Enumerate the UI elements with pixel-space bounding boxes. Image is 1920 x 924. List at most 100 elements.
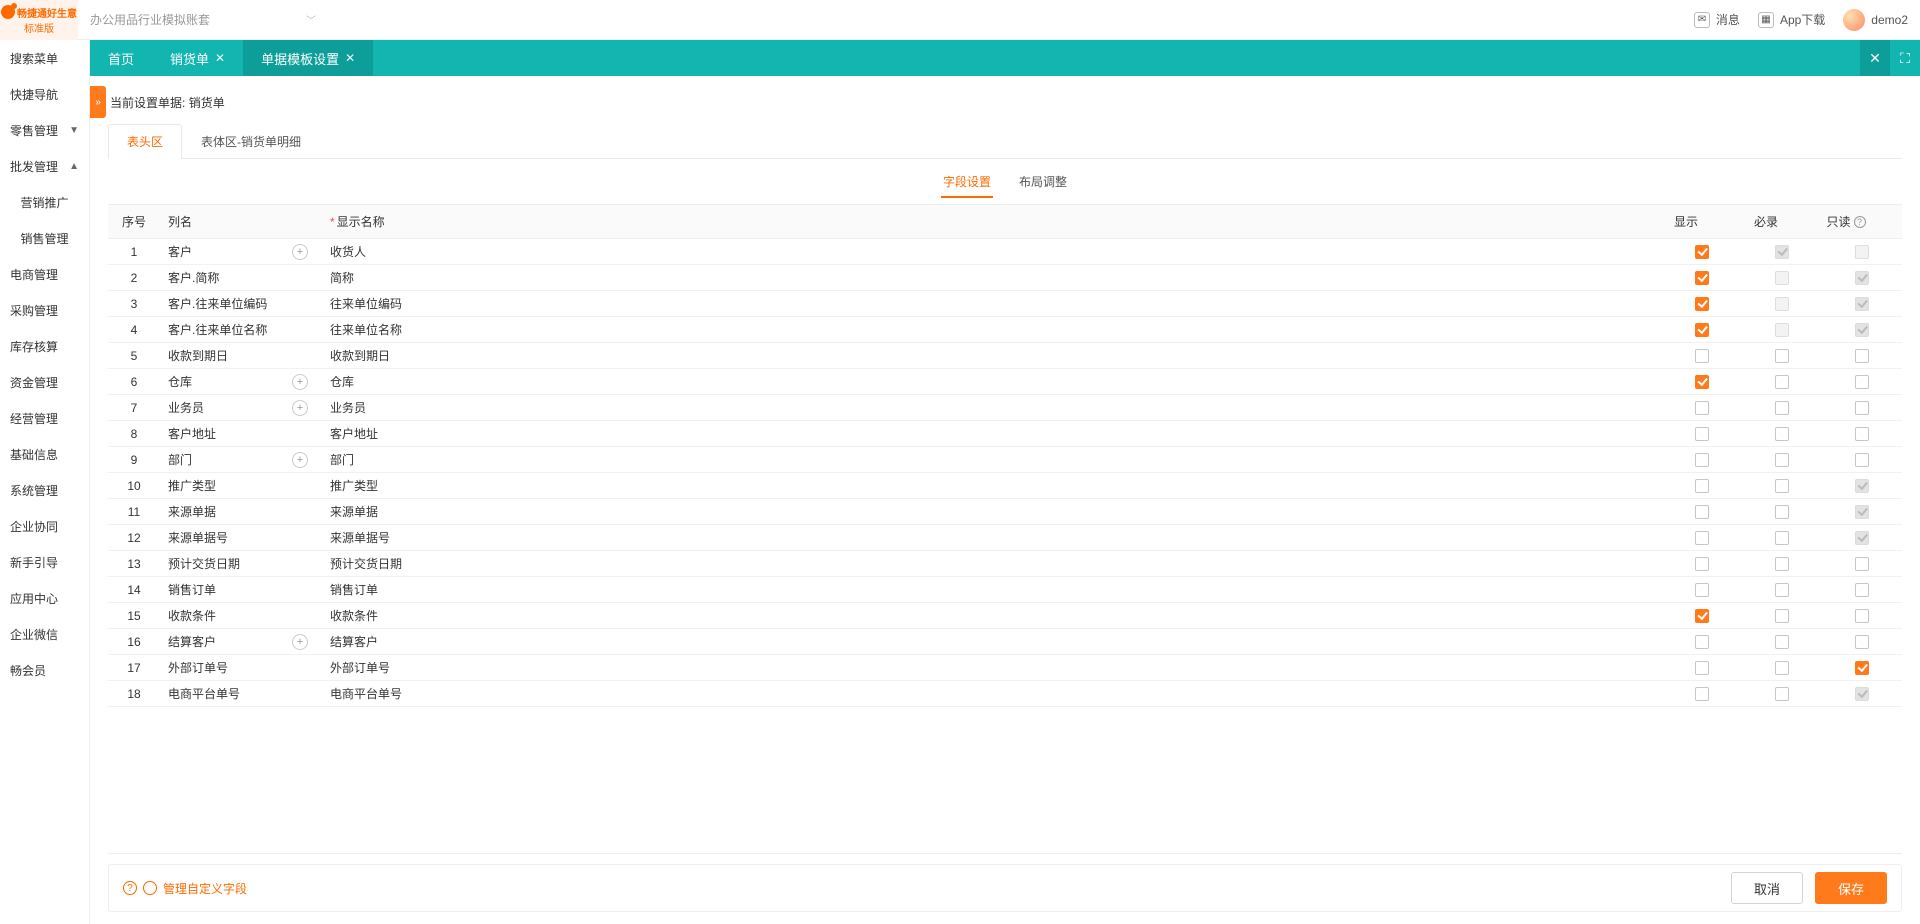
close-icon[interactable]: ✕ (215, 51, 225, 65)
checkbox-show[interactable] (1695, 505, 1709, 519)
checkbox-required[interactable] (1775, 349, 1789, 363)
checkbox-show[interactable] (1695, 557, 1709, 571)
checkbox-required[interactable] (1775, 505, 1789, 519)
checkbox-show[interactable] (1695, 349, 1709, 363)
sidebar-item[interactable]: 新手引导 (0, 544, 89, 580)
sub-tab[interactable]: 字段设置 (941, 167, 993, 198)
cell-dispname[interactable]: 来源单据 (322, 499, 1662, 524)
checkbox-required[interactable] (1775, 531, 1789, 545)
tab[interactable]: 首页 (90, 40, 152, 76)
save-button[interactable]: 保存 (1815, 872, 1887, 904)
sidebar-item[interactable]: 系统管理 (0, 472, 89, 508)
cell-dispname[interactable]: 部门 (322, 447, 1662, 472)
cell-dispname[interactable]: 收款条件 (322, 603, 1662, 628)
checkbox-show[interactable] (1695, 401, 1709, 415)
sidebar-subitem[interactable]: 营销推广 (0, 184, 89, 220)
checkbox-show[interactable] (1695, 375, 1709, 389)
checkbox-show[interactable] (1695, 661, 1709, 675)
sidebar-subitem[interactable]: 销售管理 (0, 220, 89, 256)
tab[interactable]: 销货单✕ (152, 40, 243, 76)
sub-tab[interactable]: 布局调整 (1017, 167, 1069, 198)
cell-dispname[interactable]: 结算客户 (322, 629, 1662, 654)
checkbox-readonly[interactable] (1855, 557, 1869, 571)
checkbox-required[interactable] (1775, 687, 1789, 701)
cell-dispname[interactable]: 来源单据号 (322, 525, 1662, 550)
message-button[interactable]: ✉ 消息 (1694, 11, 1740, 28)
tab[interactable]: 单据模板设置✕ (243, 40, 373, 76)
cell-dispname[interactable]: 收货人 (322, 239, 1662, 264)
checkbox-show[interactable] (1695, 609, 1709, 623)
checkbox-show[interactable] (1695, 479, 1709, 493)
checkbox-show[interactable] (1695, 635, 1709, 649)
sidebar-item[interactable]: 快捷导航 (0, 76, 89, 112)
help-icon[interactable]: ? (1854, 216, 1866, 228)
checkbox-required[interactable] (1775, 375, 1789, 389)
sidebar-item[interactable]: 企业协同 (0, 508, 89, 544)
checkbox-show[interactable] (1695, 245, 1709, 259)
drawer-handle[interactable]: » (90, 86, 106, 118)
close-all-tabs-button[interactable]: ✕ (1860, 40, 1890, 76)
add-icon[interactable]: + (292, 452, 308, 468)
table-body[interactable]: 1客户+收货人2客户.简称简称3客户.往来单位编码往来单位编码4客户.往来单位名… (108, 239, 1902, 853)
cell-dispname[interactable]: 往来单位编码 (322, 291, 1662, 316)
fullscreen-button[interactable]: ⛶ (1890, 40, 1920, 76)
checkbox-show[interactable] (1695, 297, 1709, 311)
sidebar-item[interactable]: 采购管理 (0, 292, 89, 328)
checkbox-required[interactable] (1775, 453, 1789, 467)
cell-dispname[interactable]: 外部订单号 (322, 655, 1662, 680)
cell-dispname[interactable]: 推广类型 (322, 473, 1662, 498)
cell-dispname[interactable]: 仓库 (322, 369, 1662, 394)
cell-dispname[interactable]: 电商平台单号 (322, 681, 1662, 706)
add-icon[interactable]: + (292, 400, 308, 416)
sidebar-item[interactable]: 零售管理▼ (0, 112, 89, 148)
checkbox-show[interactable] (1695, 323, 1709, 337)
avatar[interactable] (1843, 9, 1865, 31)
checkbox-required[interactable] (1775, 661, 1789, 675)
username[interactable]: demo2 (1871, 13, 1908, 27)
sidebar-item[interactable]: 畅会员 (0, 652, 89, 688)
cell-dispname[interactable]: 业务员 (322, 395, 1662, 420)
checkbox-readonly[interactable] (1855, 375, 1869, 389)
checkbox-readonly[interactable] (1855, 661, 1869, 675)
cancel-button[interactable]: 取消 (1731, 872, 1803, 904)
sidebar-item[interactable]: 经营管理 (0, 400, 89, 436)
manage-custom-fields-link[interactable]: ? 管理自定义字段 (123, 880, 247, 897)
checkbox-required[interactable] (1775, 427, 1789, 441)
checkbox-readonly[interactable] (1855, 349, 1869, 363)
checkbox-show[interactable] (1695, 453, 1709, 467)
sidebar-item[interactable]: 资金管理 (0, 364, 89, 400)
sidebar-item[interactable]: 批发管理▲ (0, 148, 89, 184)
checkbox-show[interactable] (1695, 427, 1709, 441)
app-download-button[interactable]: ▦ App下载 (1758, 11, 1825, 28)
checkbox-required[interactable] (1775, 583, 1789, 597)
add-icon[interactable]: + (292, 374, 308, 390)
checkbox-readonly[interactable] (1855, 583, 1869, 597)
checkbox-readonly[interactable] (1855, 453, 1869, 467)
checkbox-show[interactable] (1695, 583, 1709, 597)
sidebar-item[interactable]: 电商管理 (0, 256, 89, 292)
close-icon[interactable]: ✕ (345, 51, 355, 65)
checkbox-readonly[interactable] (1855, 427, 1869, 441)
checkbox-required[interactable] (1775, 635, 1789, 649)
sidebar-item[interactable]: 搜索菜单 (0, 40, 89, 76)
add-icon[interactable]: + (292, 244, 308, 260)
sidebar-item[interactable]: 库存核算 (0, 328, 89, 364)
cell-dispname[interactable]: 客户地址 (322, 421, 1662, 446)
cell-dispname[interactable]: 往来单位名称 (322, 317, 1662, 342)
dataset-selector[interactable]: 办公用品行业模拟账套 ﹀ (90, 11, 316, 28)
checkbox-readonly[interactable] (1855, 635, 1869, 649)
sidebar-item[interactable]: 企业微信 (0, 616, 89, 652)
zone-tab[interactable]: 表体区-销货单明细 (182, 124, 320, 159)
sidebar-item[interactable]: 应用中心 (0, 580, 89, 616)
cell-dispname[interactable]: 收款到期日 (322, 343, 1662, 368)
cell-dispname[interactable]: 简称 (322, 265, 1662, 290)
checkbox-readonly[interactable] (1855, 609, 1869, 623)
checkbox-required[interactable] (1775, 609, 1789, 623)
sidebar-item[interactable]: 基础信息 (0, 436, 89, 472)
zone-tab[interactable]: 表头区 (108, 124, 182, 159)
checkbox-required[interactable] (1775, 401, 1789, 415)
checkbox-show[interactable] (1695, 271, 1709, 285)
checkbox-required[interactable] (1775, 557, 1789, 571)
add-icon[interactable]: + (292, 634, 308, 650)
checkbox-show[interactable] (1695, 531, 1709, 545)
